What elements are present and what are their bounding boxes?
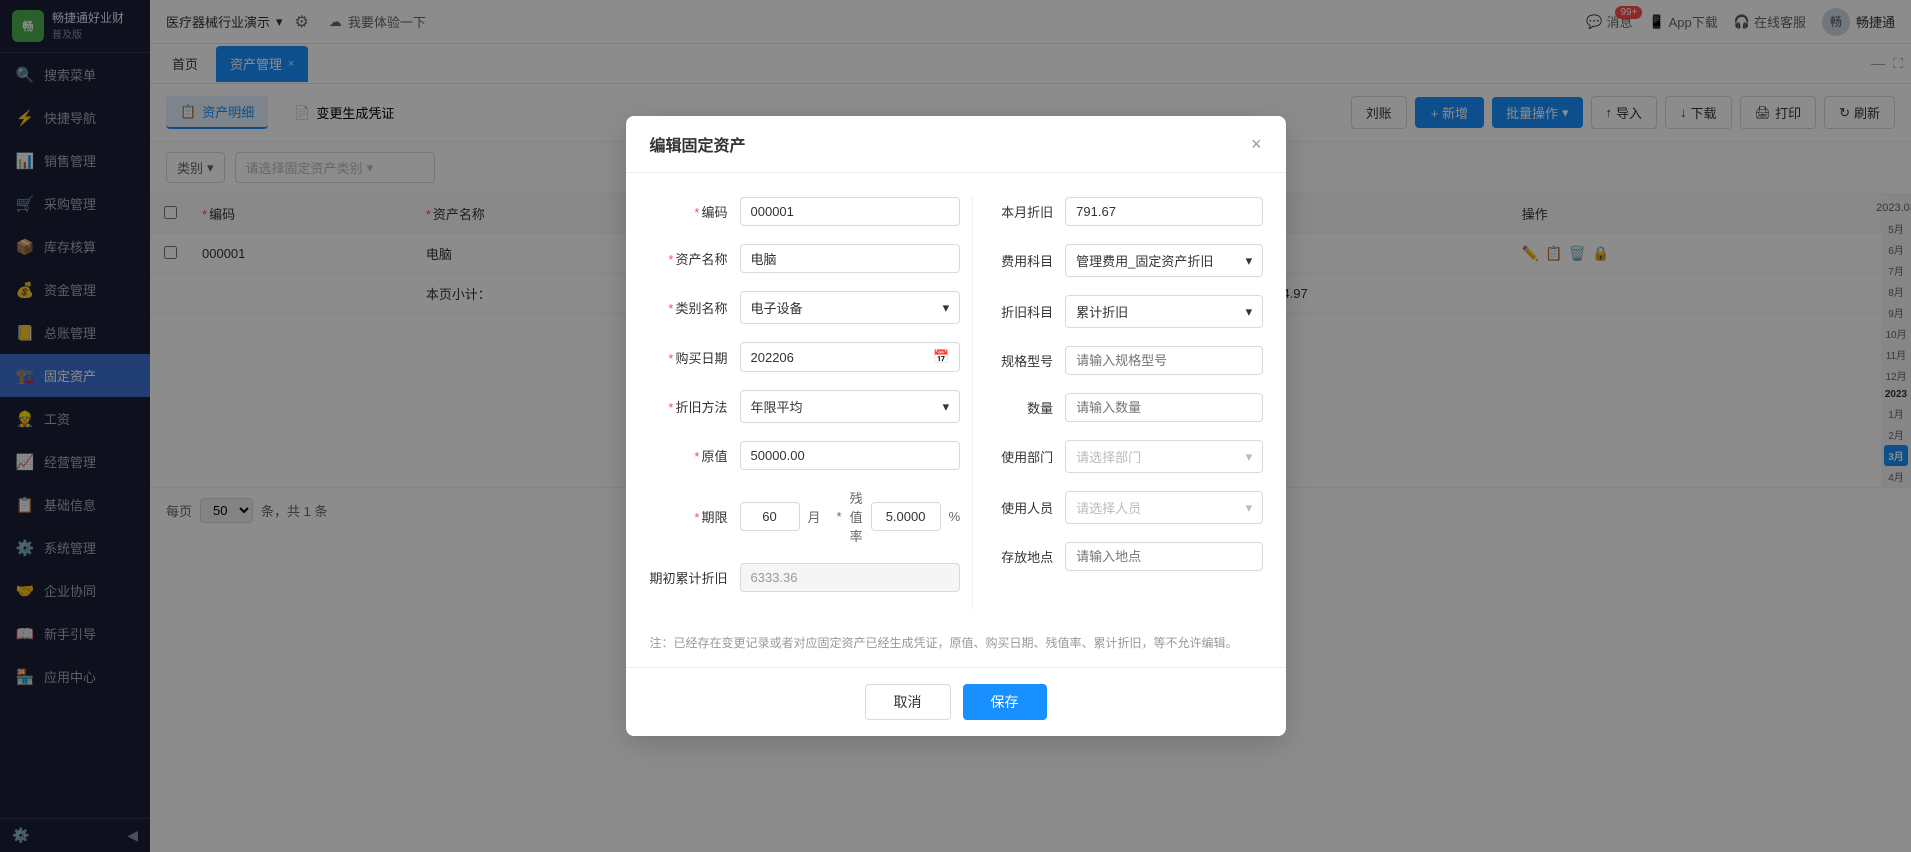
initial-depreciation-input[interactable] [740,563,961,592]
modal-overlay: 编辑固定资产 × *编码 *资产名称 [0,0,1911,852]
form-row-initial-depreciation: 期初累计折旧 [650,563,961,592]
asset-name-input[interactable] [740,244,961,273]
form-row-category: *类别名称 电子设备 ▾ [650,291,961,324]
category-dropdown-icon: ▾ [943,300,950,316]
form-row-period: *期限 月 * 残值率 % [650,488,961,545]
department-select[interactable]: 请选择部门 ▾ [1065,440,1263,473]
modal-note: 注：已经存在变更记录或者对应固定资产已经生成凭证，原值、购买日期、残值率、累计折… [626,634,1286,667]
form-grid: *编码 *资产名称 *类别名称 电子设备 ▾ [650,197,1262,610]
modal-body: *编码 *资产名称 *类别名称 电子设备 ▾ [626,173,1286,634]
department-dropdown-icon: ▾ [1246,449,1253,465]
period-input[interactable] [740,502,800,531]
period-unit: 月 [808,507,821,526]
dep-account-dropdown-icon: ▾ [1246,304,1253,320]
code-input[interactable] [740,197,961,226]
residual-rate-unit: % [949,509,961,524]
form-right-column: 本月折旧 费用科目 管理费用_固定资产折旧 ▾ 折旧科目 [972,197,1263,610]
form-row-original-value: *原值 [650,441,961,470]
save-button[interactable]: 保存 [963,684,1047,720]
residual-rate-label: * [837,509,842,524]
location-input[interactable] [1065,542,1263,571]
residual-rate-input[interactable] [871,502,941,531]
form-row-dep-account: 折旧科目 累计折旧 ▾ [985,295,1263,328]
form-row-code: *编码 [650,197,961,226]
modal-footer: 取消 保存 [626,667,1286,736]
cancel-button[interactable]: 取消 [865,684,951,720]
form-row-asset-name: *资产名称 [650,244,961,273]
calendar-icon: 📅 [933,349,949,365]
purchase-date-picker[interactable]: 202206 📅 [740,342,961,372]
form-row-monthly-dep: 本月折旧 [985,197,1263,226]
form-row-location: 存放地点 [985,542,1263,571]
residual-rate-text: 残值率 [850,488,863,545]
modal-title: 编辑固定资产 [650,132,746,156]
form-row-expense-account: 费用科目 管理费用_固定资产折旧 ▾ [985,244,1263,277]
edit-asset-modal: 编辑固定资产 × *编码 *资产名称 [626,116,1286,736]
form-row-depreciation-method: *折旧方法 年限平均 ▾ [650,390,961,423]
depreciation-method-select[interactable]: 年限平均 ▾ [740,390,961,423]
expense-account-dropdown-icon: ▾ [1246,253,1253,269]
form-row-purchase-date: *购买日期 202206 📅 [650,342,961,372]
expense-account-select[interactable]: 管理费用_固定资产折旧 ▾ [1065,244,1263,277]
modal-close-button[interactable]: × [1251,134,1262,155]
form-row-user: 使用人员 请选择人员 ▾ [985,491,1263,524]
form-row-department: 使用部门 请选择部门 ▾ [985,440,1263,473]
depreciation-account-select[interactable]: 累计折旧 ▾ [1065,295,1263,328]
modal-header: 编辑固定资产 × [626,116,1286,173]
model-input[interactable] [1065,346,1263,375]
original-value-input[interactable] [740,441,961,470]
depreciation-method-dropdown-icon: ▾ [943,399,950,415]
monthly-depreciation-input[interactable] [1065,197,1263,226]
form-row-model: 规格型号 [985,346,1263,375]
form-row-quantity: 数量 [985,393,1263,422]
quantity-input[interactable] [1065,393,1263,422]
user-select[interactable]: 请选择人员 ▾ [1065,491,1263,524]
form-left-column: *编码 *资产名称 *类别名称 电子设备 ▾ [650,197,973,610]
category-select[interactable]: 电子设备 ▾ [740,291,961,324]
user-dropdown-icon: ▾ [1246,500,1253,516]
